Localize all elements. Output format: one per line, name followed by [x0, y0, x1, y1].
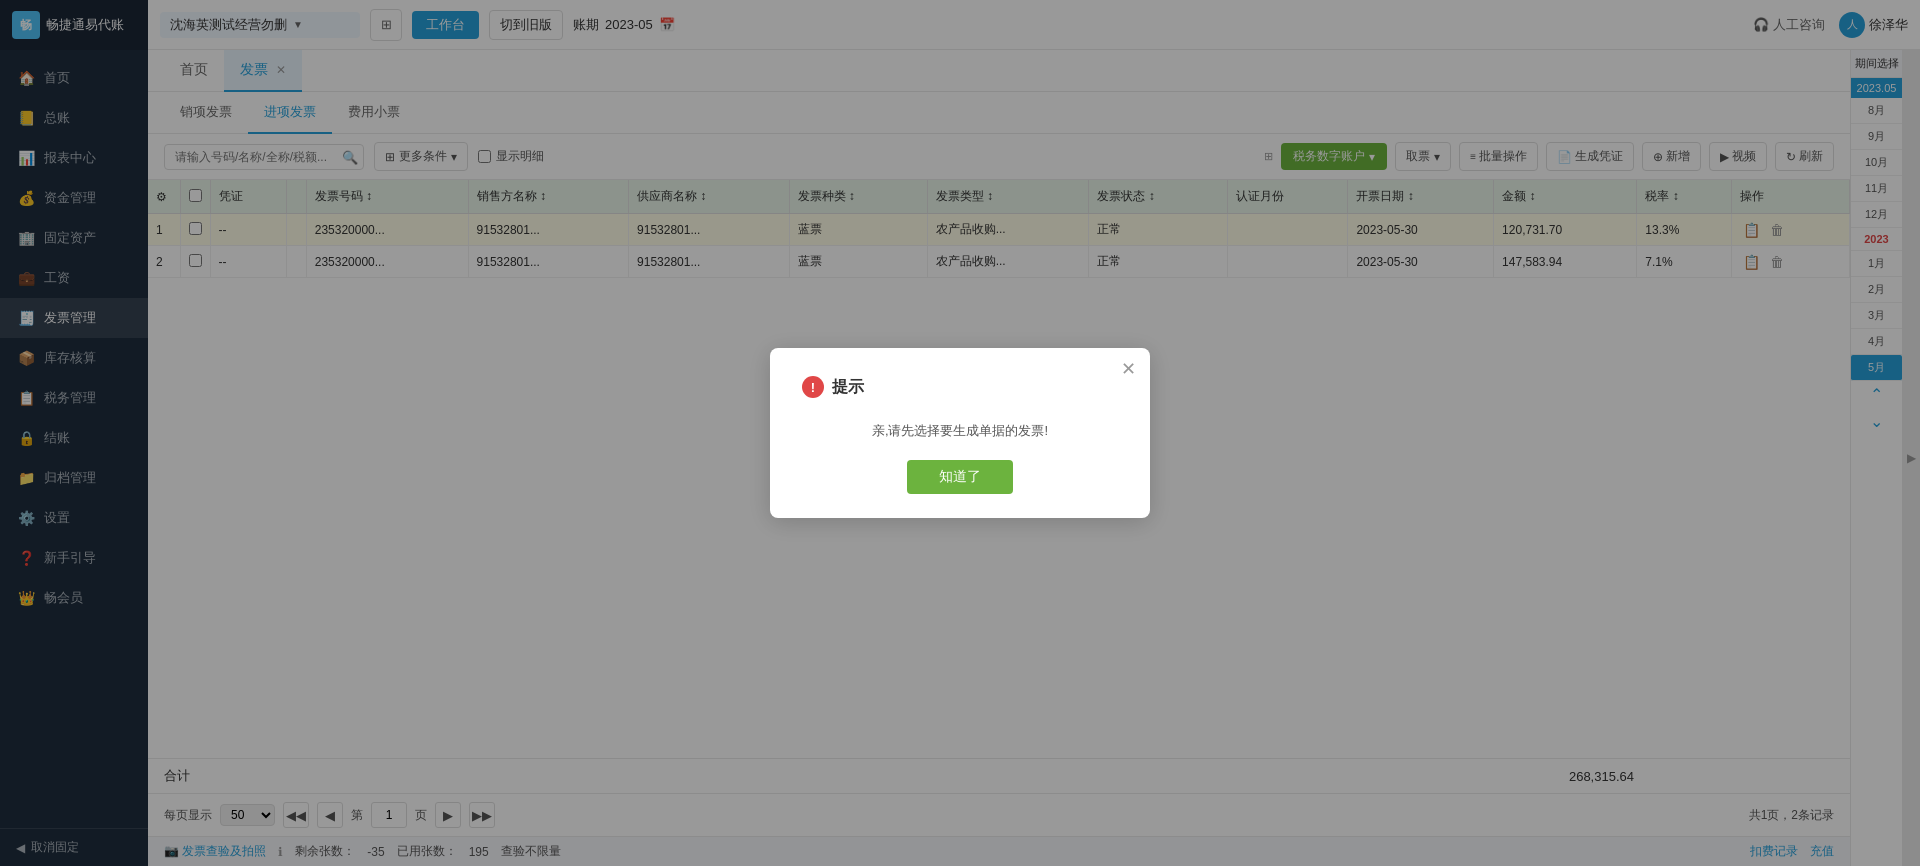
modal-confirm-button[interactable]: 知道了	[907, 460, 1013, 494]
modal-overlay: ✕ ! 提示 亲,请先选择要生成单据的发票! 知道了	[0, 0, 1920, 866]
modal-warning-icon: !	[802, 376, 824, 398]
modal-title: 提示	[832, 377, 864, 398]
modal-close-button[interactable]: ✕	[1121, 360, 1136, 378]
modal-message: 亲,请先选择要生成单据的发票!	[802, 414, 1118, 460]
modal-footer: 知道了	[802, 460, 1118, 494]
modal-dialog: ✕ ! 提示 亲,请先选择要生成单据的发票! 知道了	[770, 348, 1150, 518]
modal-title-row: ! 提示	[802, 376, 1118, 398]
